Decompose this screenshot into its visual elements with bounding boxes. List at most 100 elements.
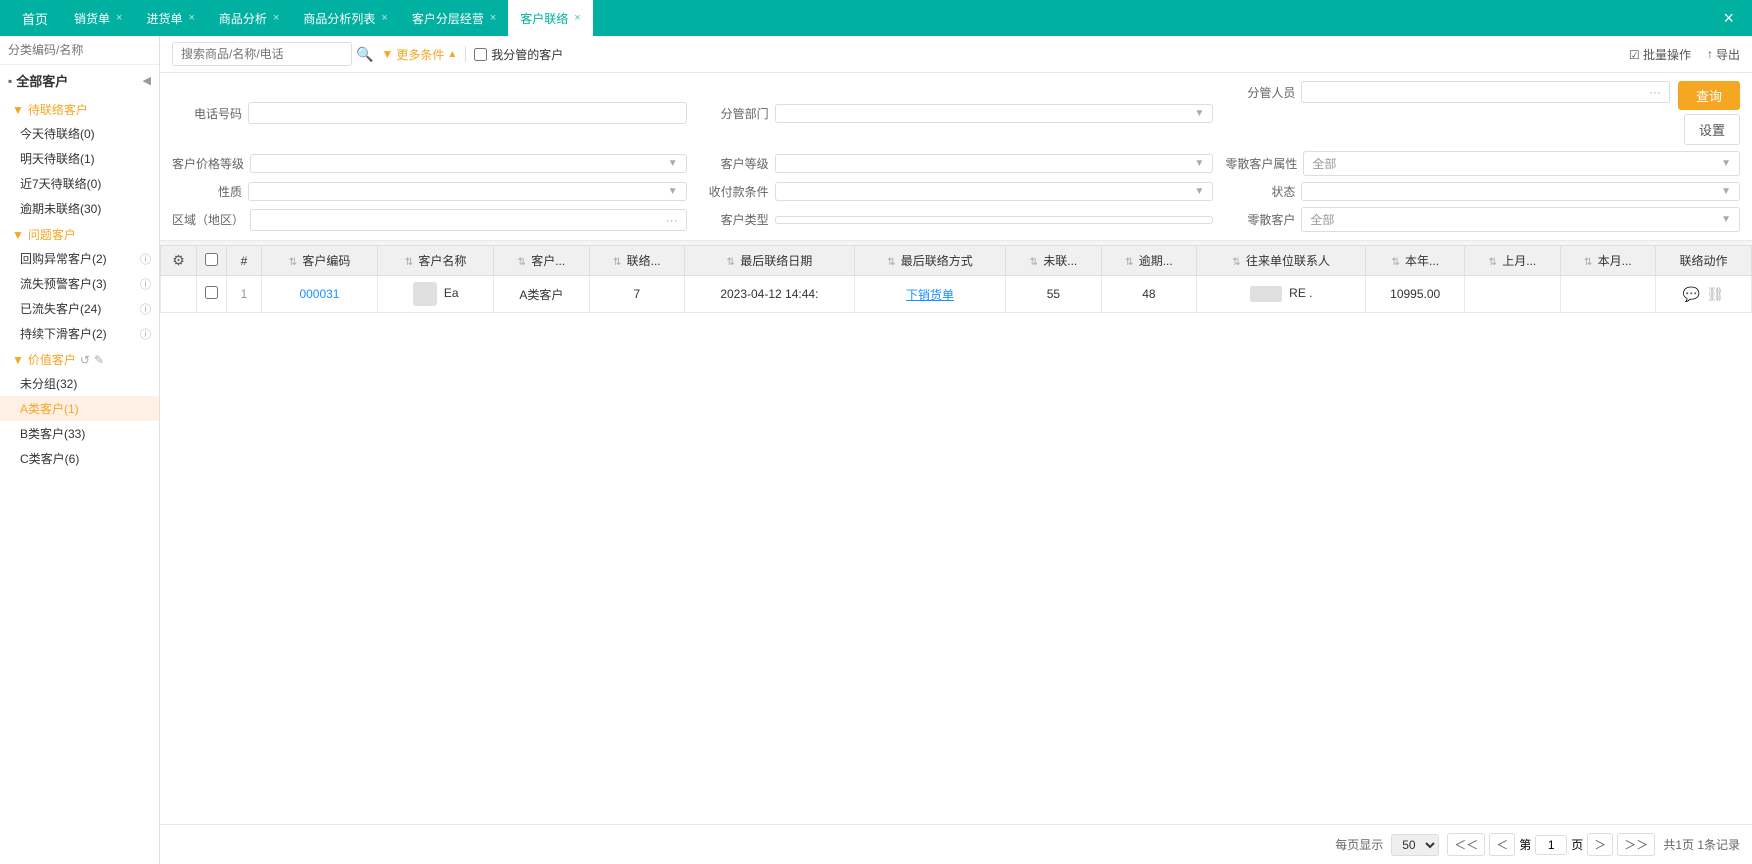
- chevron-down-icon: ▼: [1194, 158, 1204, 169]
- nav-tab-customer-tier[interactable]: 客户分层经营 ×: [400, 0, 508, 36]
- grade-select[interactable]: ▼: [775, 154, 1214, 173]
- sidebar-item-7days[interactable]: 近7天待联络(0): [0, 171, 159, 196]
- select-all-checkbox[interactable]: [205, 253, 218, 266]
- nav-tab-sale[interactable]: 销货单 ×: [62, 0, 134, 36]
- page-first-btn[interactable]: ＜＜: [1447, 833, 1485, 856]
- filter-search-input[interactable]: [172, 42, 352, 66]
- nav-home[interactable]: 首页: [8, 0, 62, 36]
- dept-select[interactable]: ▼: [775, 104, 1214, 123]
- set-button[interactable]: 设置: [1684, 114, 1740, 145]
- batch-op-btn[interactable]: ☑ 批量操作: [1629, 46, 1691, 63]
- chevron-down-icon: ▼: [668, 186, 678, 197]
- action-icons: 💬 ⛓: [1664, 286, 1743, 303]
- close-icon[interactable]: ×: [188, 12, 194, 24]
- retail-customer-value: 全部: [1310, 211, 1334, 228]
- chevron-down-icon: ▼: [1721, 158, 1731, 169]
- settings-icon[interactable]: ⚙: [172, 252, 185, 268]
- td-contacts: 7: [589, 276, 684, 313]
- sidebar-group-value-label: 价值客户: [28, 351, 76, 368]
- sort-icon[interactable]: ⇅: [517, 257, 525, 268]
- sidebar-item-ungrouped[interactable]: 未分组(32): [0, 371, 159, 396]
- close-icon[interactable]: ×: [381, 12, 387, 24]
- td-last-method[interactable]: 下销货单: [854, 276, 1005, 313]
- sort-icon[interactable]: ⇅: [405, 257, 413, 268]
- nav-tab-customer-contact[interactable]: 客户联络 ×: [508, 0, 592, 36]
- sort-icon[interactable]: ⇅: [1584, 257, 1592, 268]
- sidebar-group-value[interactable]: ▼ 价值客户 ↺ ✎: [0, 346, 159, 371]
- filter-search-icon[interactable]: 🔍: [356, 46, 373, 63]
- page-prev-btn[interactable]: ＜: [1489, 833, 1515, 856]
- sidebar-item-churned[interactable]: 已流失客户(24) ⓘ: [0, 296, 159, 321]
- sort-icon[interactable]: ⇅: [726, 257, 734, 268]
- global-close-icon[interactable]: ×: [1713, 8, 1744, 29]
- sidebar-item-a-class[interactable]: A类客户(1): [0, 396, 159, 421]
- sort-icon[interactable]: ⇅: [887, 257, 895, 268]
- close-icon[interactable]: ×: [574, 12, 580, 24]
- customer-type-select[interactable]: [775, 216, 1214, 224]
- staff-select[interactable]: ···: [1301, 81, 1670, 103]
- sort-icon[interactable]: ⇅: [1391, 257, 1399, 268]
- sidebar-collapse-btn[interactable]: ◀: [143, 74, 151, 87]
- nav-tab-purchase[interactable]: 进货单 ×: [134, 0, 206, 36]
- phone-input[interactable]: [248, 102, 687, 124]
- sidebar-item-declining[interactable]: 持续下滑客户(2) ⓘ: [0, 321, 159, 346]
- sidebar-search-input[interactable]: [8, 43, 160, 57]
- filter-form: 电话号码 分管部门 ▼ 分管人员 ···: [160, 73, 1752, 241]
- sort-icon[interactable]: ⇅: [1030, 257, 1038, 268]
- th-contacts: ⇅ 联络...: [589, 246, 684, 276]
- td-last-date: 2023-04-12 14:44:: [685, 276, 855, 313]
- export-btn[interactable]: ↑ 导出: [1707, 46, 1740, 63]
- sidebar-all-customers-header[interactable]: ▪ 全部客户 ◀: [0, 65, 159, 96]
- nature-label: 性质: [172, 183, 242, 200]
- nature-select[interactable]: ▼: [248, 182, 687, 201]
- sidebar-group-pending[interactable]: ▼ 待联络客户: [0, 96, 159, 121]
- sidebar-item-overdue[interactable]: 逾期未联络(30): [0, 196, 159, 221]
- td-last-month: [1465, 276, 1560, 313]
- page-label: 第: [1519, 836, 1531, 853]
- sidebar-item-c-class[interactable]: C类客户(6): [0, 446, 159, 471]
- filter-more-btn[interactable]: ▼ 更多条件 ▲: [381, 46, 457, 63]
- row-checkbox[interactable]: [205, 286, 218, 299]
- status-select[interactable]: ▼: [1301, 182, 1740, 201]
- region-select[interactable]: ···: [250, 209, 687, 231]
- retail-attr-select[interactable]: 全部 ▼: [1303, 151, 1740, 176]
- sidebar-item-churn-warning[interactable]: 流失预警客户(3) ⓘ: [0, 271, 159, 296]
- dots-icon[interactable]: ···: [666, 213, 678, 227]
- nav-tab-analysis-list[interactable]: 商品分析列表 ×: [291, 0, 399, 36]
- per-page-select[interactable]: 50: [1391, 834, 1439, 856]
- price-grade-select[interactable]: ▼: [250, 154, 687, 173]
- form-buttons: 查询 设置: [1678, 81, 1740, 145]
- page-next-btn[interactable]: ＞: [1587, 833, 1613, 856]
- dots-icon[interactable]: ···: [1649, 85, 1661, 99]
- filter-staff-row: 分管人员 ··· 查询 设置: [1225, 81, 1740, 145]
- sidebar-item-b-class[interactable]: B类客户(33): [0, 421, 159, 446]
- close-icon[interactable]: ×: [116, 12, 122, 24]
- sort-icon[interactable]: ⇅: [613, 257, 621, 268]
- sort-icon[interactable]: ⇅: [1232, 257, 1240, 268]
- td-code[interactable]: 000031: [261, 276, 377, 313]
- nav-tab-analysis[interactable]: 商品分析 ×: [207, 0, 291, 36]
- sidebar-item-tomorrow[interactable]: 明天待联络(1): [0, 146, 159, 171]
- td-name: Ea: [378, 276, 494, 313]
- pay-cond-select[interactable]: ▼: [775, 182, 1214, 201]
- edit-icon[interactable]: ✎: [94, 353, 104, 367]
- sort-icon[interactable]: ⇅: [1488, 257, 1496, 268]
- query-button[interactable]: 查询: [1678, 81, 1740, 110]
- page-input[interactable]: [1535, 835, 1567, 855]
- sidebar-group-problem[interactable]: ▼ 问题客户: [0, 221, 159, 246]
- link-icon[interactable]: ⛓: [1706, 286, 1724, 303]
- sort-icon[interactable]: ⇅: [1125, 257, 1133, 268]
- filter-price-grade-row: 客户价格等级 ▼: [172, 151, 687, 176]
- sort-icon[interactable]: ⇅: [289, 257, 297, 268]
- sidebar-item-today[interactable]: 今天待联络(0): [0, 121, 159, 146]
- comment-icon[interactable]: 💬: [1683, 286, 1700, 303]
- filter-my-label: 我分管的客户: [491, 46, 563, 63]
- my-customers-checkbox[interactable]: [474, 48, 487, 61]
- close-icon[interactable]: ×: [490, 12, 496, 24]
- filter-my-customers[interactable]: 我分管的客户: [474, 46, 563, 63]
- refresh-icon[interactable]: ↺: [80, 353, 90, 367]
- page-last-btn[interactable]: ＞＞: [1617, 833, 1655, 856]
- sidebar-item-repurchase-abnormal[interactable]: 回购异常客户(2) ⓘ: [0, 246, 159, 271]
- retail-customer-select[interactable]: 全部 ▼: [1301, 207, 1740, 232]
- close-icon[interactable]: ×: [273, 12, 279, 24]
